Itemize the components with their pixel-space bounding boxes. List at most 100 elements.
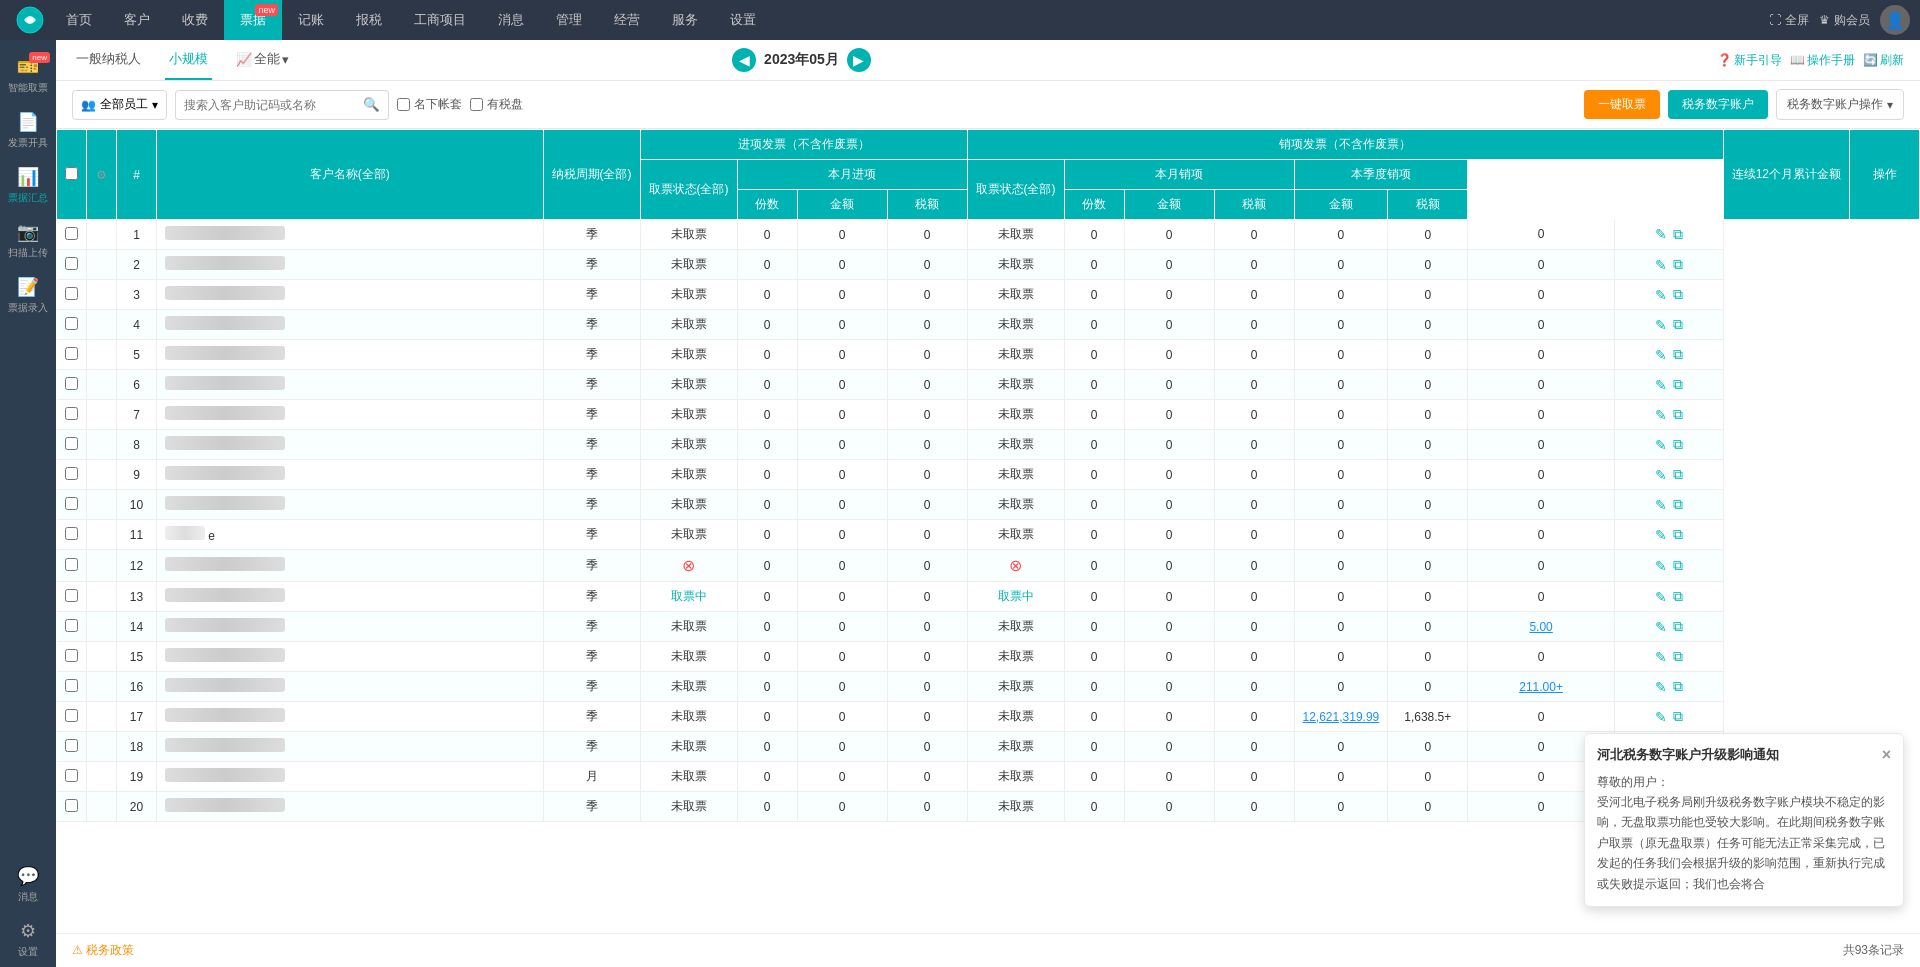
row-checkbox[interactable] xyxy=(65,317,78,330)
edit-icon[interactable]: ✎ xyxy=(1655,619,1667,635)
sidebar-item-smart-ticket[interactable]: new 🎫 智能取票 xyxy=(0,48,56,103)
edit-icon[interactable]: ✎ xyxy=(1655,287,1667,303)
member-button[interactable]: ♛ 购会员 xyxy=(1819,12,1870,29)
copy-icon[interactable]: ⧉ xyxy=(1673,346,1683,363)
tax-policy-link[interactable]: ⚠ 税务政策 xyxy=(72,942,134,959)
fullscreen-button[interactable]: ⛶ 全屏 xyxy=(1769,12,1809,29)
new-guide-link[interactable]: ❓ 新手引导 xyxy=(1717,52,1782,69)
copy-icon[interactable]: ⧉ xyxy=(1673,256,1683,273)
copy-icon[interactable]: ⧉ xyxy=(1673,648,1683,665)
copy-icon[interactable]: ⧉ xyxy=(1673,436,1683,453)
copy-icon[interactable]: ⧉ xyxy=(1673,286,1683,303)
nav-bookkeeping[interactable]: 记账 xyxy=(282,0,340,40)
row-checkbox[interactable] xyxy=(65,437,78,450)
nav-operation[interactable]: 经营 xyxy=(598,0,656,40)
row-select-checkbox[interactable] xyxy=(57,220,87,250)
digital-account-ops-button[interactable]: 税务数字账户操作 ▾ xyxy=(1776,89,1904,120)
row-select-checkbox[interactable] xyxy=(57,400,87,430)
edit-icon[interactable]: ✎ xyxy=(1655,226,1667,242)
row-checkbox[interactable] xyxy=(65,649,78,662)
sidebar-item-config[interactable]: ⚙ 设置 xyxy=(0,912,56,967)
row-checkbox[interactable] xyxy=(65,558,78,571)
digital-account-button[interactable]: 税务数字账户 xyxy=(1668,90,1768,119)
edit-icon[interactable]: ✎ xyxy=(1655,377,1667,393)
nav-tax[interactable]: 报税 xyxy=(340,0,398,40)
edit-icon[interactable]: ✎ xyxy=(1655,589,1667,605)
sidebar-item-invoice-open[interactable]: 📄 发票开具 xyxy=(0,103,56,158)
row-select-checkbox[interactable] xyxy=(57,280,87,310)
copy-icon[interactable]: ⧉ xyxy=(1673,496,1683,513)
row-checkbox[interactable] xyxy=(65,467,78,480)
row-checkbox[interactable] xyxy=(65,257,78,270)
manual-link[interactable]: 📖 操作手册 xyxy=(1790,52,1855,69)
row-select-checkbox[interactable] xyxy=(57,762,87,792)
row-select-checkbox[interactable] xyxy=(57,340,87,370)
row-select-checkbox[interactable] xyxy=(57,582,87,612)
row-checkbox[interactable] xyxy=(65,679,78,692)
row-checkbox[interactable] xyxy=(65,709,78,722)
row-checkbox[interactable] xyxy=(65,497,78,510)
app-logo[interactable] xyxy=(10,0,50,40)
copy-icon[interactable]: ⧉ xyxy=(1673,376,1683,393)
prev-month-button[interactable]: ◀ xyxy=(732,48,756,72)
refresh-link[interactable]: 🔄 刷新 xyxy=(1863,52,1904,69)
tax-disk-checkbox[interactable]: 有税盘 xyxy=(470,96,523,113)
edit-icon[interactable]: ✎ xyxy=(1655,347,1667,363)
row-select-checkbox[interactable] xyxy=(57,520,87,550)
edit-icon[interactable]: ✎ xyxy=(1655,558,1667,574)
nav-client[interactable]: 客户 xyxy=(108,0,166,40)
copy-icon[interactable]: ⧉ xyxy=(1673,466,1683,483)
copy-icon[interactable]: ⧉ xyxy=(1673,678,1683,695)
copy-icon[interactable]: ⧉ xyxy=(1673,618,1683,635)
row-select-checkbox[interactable] xyxy=(57,612,87,642)
continuous-amount-link[interactable]: 5.00 xyxy=(1529,620,1552,634)
row-select-checkbox[interactable] xyxy=(57,550,87,582)
nav-home[interactable]: 首页 xyxy=(50,0,108,40)
sidebar-item-message[interactable]: 💬 消息 xyxy=(0,857,56,912)
nav-fee[interactable]: 收费 xyxy=(166,0,224,40)
employee-select[interactable]: 👥 全部员工 ▾ xyxy=(72,90,167,120)
edit-icon[interactable]: ✎ xyxy=(1655,709,1667,725)
nav-service[interactable]: 服务 xyxy=(656,0,714,40)
nav-manage[interactable]: 管理 xyxy=(540,0,598,40)
row-select-checkbox[interactable] xyxy=(57,310,87,340)
row-checkbox[interactable] xyxy=(65,619,78,632)
nav-message[interactable]: 消息 xyxy=(482,0,540,40)
checkbox-tax-disk[interactable] xyxy=(470,98,483,111)
edit-icon[interactable]: ✎ xyxy=(1655,527,1667,543)
user-avatar[interactable]: 👤 xyxy=(1880,5,1910,35)
row-select-checkbox[interactable] xyxy=(57,642,87,672)
row-select-checkbox[interactable] xyxy=(57,370,87,400)
row-select-checkbox[interactable] xyxy=(57,490,87,520)
tab-small-scale[interactable]: 小规模 xyxy=(165,40,212,80)
copy-icon[interactable]: ⧉ xyxy=(1673,588,1683,605)
row-checkbox[interactable] xyxy=(65,589,78,602)
copy-icon[interactable]: ⧉ xyxy=(1673,557,1683,574)
row-checkbox[interactable] xyxy=(65,227,78,240)
row-select-checkbox[interactable] xyxy=(57,732,87,762)
search-button[interactable]: 🔍 xyxy=(355,90,389,120)
select-all-checkbox[interactable] xyxy=(65,167,78,180)
copy-icon[interactable]: ⧉ xyxy=(1673,316,1683,333)
copy-icon[interactable]: ⧉ xyxy=(1673,708,1683,725)
edit-icon[interactable]: ✎ xyxy=(1655,679,1667,695)
next-month-button[interactable]: ▶ xyxy=(847,48,871,72)
nav-business[interactable]: 工商项目 xyxy=(398,0,482,40)
copy-icon[interactable]: ⧉ xyxy=(1673,226,1683,243)
row-checkbox[interactable] xyxy=(65,799,78,812)
row-checkbox[interactable] xyxy=(65,769,78,782)
row-select-checkbox[interactable] xyxy=(57,250,87,280)
edit-icon[interactable]: ✎ xyxy=(1655,257,1667,273)
checkbox-name-accounts[interactable] xyxy=(397,98,410,111)
copy-icon[interactable]: ⧉ xyxy=(1673,406,1683,423)
row-checkbox[interactable] xyxy=(65,377,78,390)
tab-general-taxpayer[interactable]: 一般纳税人 xyxy=(72,40,145,80)
edit-icon[interactable]: ✎ xyxy=(1655,467,1667,483)
tab-all-type[interactable]: 📈 全能 ▾ xyxy=(232,40,293,80)
row-select-checkbox[interactable] xyxy=(57,672,87,702)
row-select-checkbox[interactable] xyxy=(57,430,87,460)
nav-ticket[interactable]: 票据 new xyxy=(224,0,282,40)
table-settings-icon[interactable]: ⚙ xyxy=(96,168,107,182)
edit-icon[interactable]: ✎ xyxy=(1655,497,1667,513)
refund-amount-link[interactable]: 12,621,319.99 xyxy=(1303,710,1380,724)
